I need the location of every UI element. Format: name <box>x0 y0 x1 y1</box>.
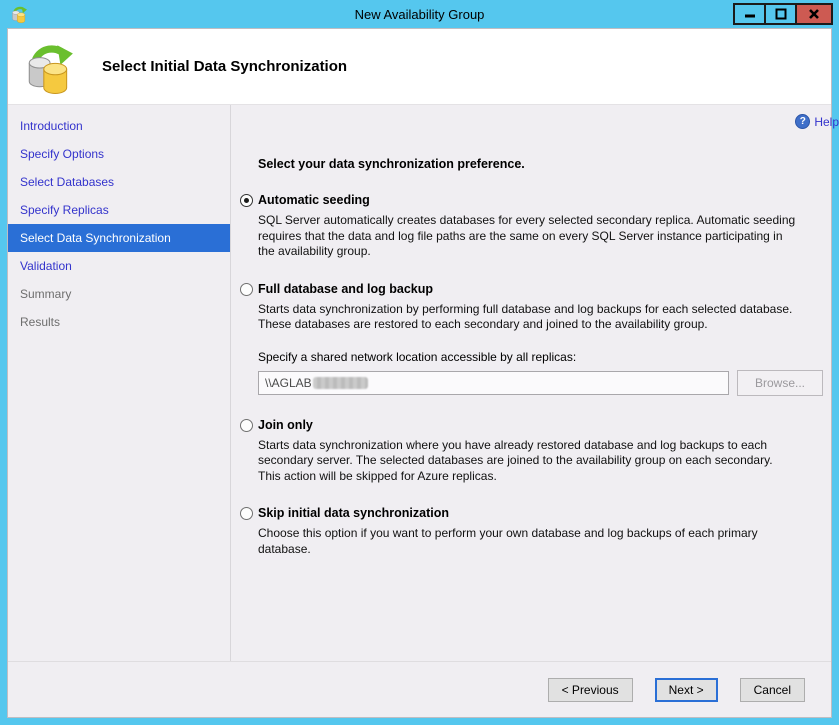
window-title: New Availability Group <box>0 7 839 22</box>
maximize-icon <box>774 7 788 21</box>
radio-join-only[interactable] <box>240 419 253 432</box>
wizard-steps-sidebar: Introduction Specify Options Select Data… <box>8 105 231 661</box>
radio-skip-sync[interactable] <box>240 507 253 520</box>
share-location-label: Specify a shared network location access… <box>258 350 823 364</box>
option-full-backup: Full database and log backup Starts data… <box>240 282 823 396</box>
share-location-value: \\AGLAB <box>265 376 312 390</box>
help-link[interactable]: ? Help <box>795 114 839 129</box>
page-title: Select Initial Data Synchronization <box>102 58 347 75</box>
next-button[interactable]: Next > <box>655 678 718 702</box>
help-icon: ? <box>795 114 810 129</box>
option-description: Choose this option if you want to perfor… <box>258 526 798 557</box>
close-button[interactable] <box>795 3 833 25</box>
radio-full-backup[interactable] <box>240 283 253 296</box>
option-description: Starts data synchronization by performin… <box>258 302 798 333</box>
sidebar-item-select-data-synchronization[interactable]: Select Data Synchronization <box>8 224 230 252</box>
option-skip-sync: Skip initial data synchronization Choose… <box>240 506 823 557</box>
radio-automatic-seeding[interactable] <box>240 194 253 207</box>
redacted-text <box>313 377 368 389</box>
dialog-body: Select Initial Data Synchronization Intr… <box>7 28 832 718</box>
sidebar-item-specify-replicas[interactable]: Specify Replicas <box>8 196 230 224</box>
option-description: SQL Server automatically creates databas… <box>258 213 798 260</box>
minimize-icon <box>743 7 757 21</box>
titlebar: New Availability Group <box>0 0 839 28</box>
sidebar-item-select-databases[interactable]: Select Databases <box>8 168 230 196</box>
sidebar-item-results: Results <box>8 308 230 336</box>
option-label[interactable]: Full database and log backup <box>258 282 823 296</box>
share-location-input[interactable]: \\AGLAB <box>258 371 729 395</box>
sidebar-item-introduction[interactable]: Introduction <box>8 112 230 140</box>
option-join-only: Join only Starts data synchronization wh… <box>240 418 823 485</box>
minimize-button[interactable] <box>733 3 766 25</box>
option-label[interactable]: Skip initial data synchronization <box>258 506 823 520</box>
option-label[interactable]: Join only <box>258 418 823 432</box>
wizard-header: Select Initial Data Synchronization <box>8 29 831 105</box>
window-controls <box>735 3 833 25</box>
sidebar-item-validation[interactable]: Validation <box>8 252 230 280</box>
sidebar-item-specify-options[interactable]: Specify Options <box>8 140 230 168</box>
maximize-button[interactable] <box>764 3 797 25</box>
main-panel: ? Help Select your data synchronization … <box>231 105 839 661</box>
close-icon <box>807 7 821 21</box>
cancel-button[interactable]: Cancel <box>740 678 805 702</box>
option-label[interactable]: Automatic seeding <box>258 193 823 207</box>
previous-button[interactable]: < Previous <box>548 678 633 702</box>
help-label: Help <box>814 115 839 129</box>
sidebar-item-summary: Summary <box>8 280 230 308</box>
option-automatic-seeding: Automatic seeding SQL Server automatical… <box>240 193 823 260</box>
content-row: Introduction Specify Options Select Data… <box>8 105 831 661</box>
option-description: Starts data synchronization where you ha… <box>258 438 798 485</box>
browse-button[interactable]: Browse... <box>737 370 823 396</box>
database-sync-icon <box>22 40 76 94</box>
wizard-footer: < Previous Next > Cancel <box>8 661 831 717</box>
preference-heading: Select your data synchronization prefere… <box>258 157 823 171</box>
share-location-row: \\AGLAB Browse... <box>258 370 823 396</box>
